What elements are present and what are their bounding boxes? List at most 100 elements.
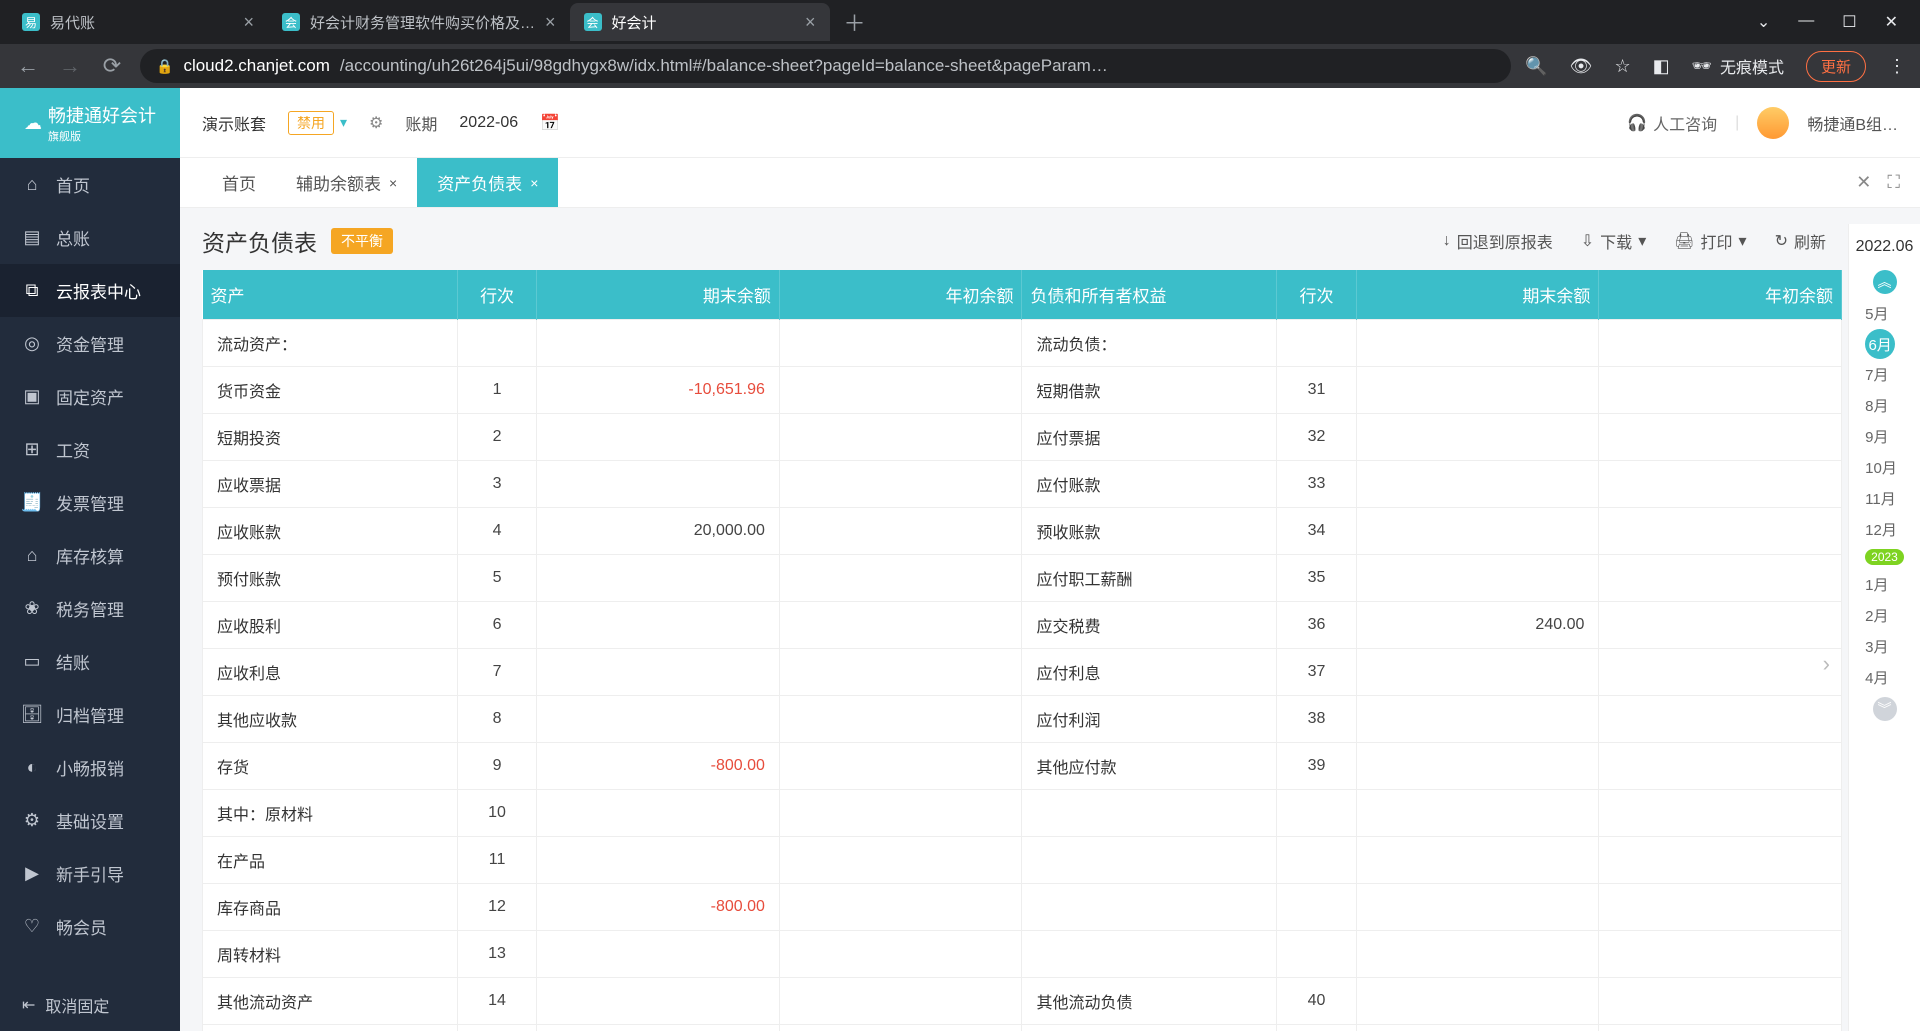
star-icon[interactable]: ☆ (1615, 56, 1631, 77)
browser-tab[interactable]: 会 好会计财务管理软件购买价格及… × (268, 3, 570, 41)
scroll-up-icon[interactable]: ︽ (1873, 270, 1897, 294)
month-item[interactable]: 1月 (1865, 569, 1904, 600)
year-label[interactable]: 2022.06 (1856, 232, 1914, 266)
sidebar-item[interactable]: ▶新手引导 (0, 847, 180, 900)
calendar-icon[interactable]: 📅 (540, 113, 560, 133)
month-item[interactable]: 8月 (1865, 390, 1904, 421)
user-name[interactable]: 畅捷通B组… (1807, 111, 1898, 135)
period-value: 2022-06 (459, 114, 518, 132)
sidebar-item[interactable]: 🧾发票管理 (0, 476, 180, 529)
sidebar-item[interactable]: ▣固定资产 (0, 370, 180, 423)
update-button[interactable]: 更新 (1806, 51, 1866, 82)
close-icon[interactable]: × (530, 175, 538, 191)
sidebar-icon: ❀ (22, 599, 42, 619)
cell (779, 978, 1022, 1025)
avatar[interactable] (1757, 107, 1789, 139)
table-row[interactable]: 货币资金1-10,651.96短期借款31 (203, 367, 1842, 414)
extension-icon[interactable]: ◧ (1653, 56, 1670, 77)
cell (537, 602, 780, 649)
table-row[interactable]: 预付账款5应付职工薪酬35 (203, 555, 1842, 602)
sidebar-item[interactable]: ▤总账 (0, 211, 180, 264)
scroll-right-icon[interactable]: › (1823, 651, 1830, 677)
table-row[interactable]: 应收股利6应交税费36240.00 (203, 602, 1842, 649)
table-row[interactable]: 周转材料13 (203, 931, 1842, 978)
forward-button[interactable]: → (56, 53, 84, 79)
table-row[interactable]: 在产品11 (203, 837, 1842, 884)
sidebar-item[interactable]: ◎资金管理 (0, 317, 180, 370)
month-item[interactable]: 5月 (1865, 298, 1904, 329)
sidebar-item[interactable]: ♡畅会员 (0, 900, 180, 953)
reload-button[interactable]: ⟳ (98, 53, 126, 79)
disable-tag[interactable]: 禁用 (288, 111, 334, 135)
url-input[interactable]: 🔒 cloud2.chanjet.com/accounting/uh26t264… (140, 49, 1511, 83)
return-original-button[interactable]: ↓回退到原报表 (1443, 229, 1553, 253)
support-link[interactable]: 🎧 人工咨询 (1627, 111, 1717, 135)
sidebar-item[interactable]: ⧉云报表中心 (0, 264, 180, 317)
gear-icon[interactable]: ⚙ (369, 113, 383, 133)
cell: 14 (457, 978, 537, 1025)
sidebar-item[interactable]: ❀税务管理 (0, 582, 180, 635)
table-row[interactable]: 应收账款420,000.00预收账款34 (203, 508, 1842, 555)
sidebar-item[interactable]: ⚙基础设置 (0, 794, 180, 847)
table-row[interactable]: 库存商品12-800.00 (203, 884, 1842, 931)
page-tab[interactable]: 辅助余额表× (276, 158, 417, 207)
sidebar-item[interactable]: ⌂首页 (0, 158, 180, 211)
zoom-icon[interactable]: 🔍 (1525, 56, 1547, 77)
tabs-dropdown-icon[interactable]: ⌄ (1757, 12, 1770, 32)
table-row[interactable]: 其他流动资产14其他流动负债40 (203, 978, 1842, 1025)
page-tab[interactable]: 首页 (202, 158, 276, 207)
cell: 预付账款 (203, 555, 458, 602)
page-tab[interactable]: 资产负债表× (417, 158, 558, 207)
month-item[interactable]: 10月 (1865, 452, 1904, 483)
browser-tab-active[interactable]: 会 好会计 × (570, 3, 830, 41)
month-item[interactable]: 11月 (1865, 483, 1904, 514)
month-item[interactable]: 6月 (1865, 329, 1895, 359)
new-tab-button[interactable]: ＋ (830, 6, 880, 38)
month-item[interactable]: 2月 (1865, 600, 1904, 631)
month-item[interactable]: 4月 (1865, 662, 1904, 693)
print-button[interactable]: 🖨打印 ▾ (1674, 229, 1746, 253)
sidebar-item[interactable]: ◐小畅报销 (0, 741, 180, 794)
eye-off-icon[interactable]: 👁 (1570, 56, 1593, 77)
sidebar-item[interactable]: ▭结账 (0, 635, 180, 688)
sidebar-unpin[interactable]: ⇤ 取消固定 (0, 979, 180, 1031)
table-row[interactable]: 其他应收款8应付利润38 (203, 696, 1842, 743)
sidebar-icon: ▶ (22, 864, 42, 884)
close-icon[interactable]: × (389, 175, 397, 191)
month-item[interactable]: 12月 (1865, 514, 1904, 545)
month-item[interactable]: 9月 (1865, 421, 1904, 452)
month-item[interactable]: 7月 (1865, 359, 1904, 390)
cell (537, 790, 780, 837)
back-button[interactable]: ← (14, 53, 42, 79)
table-row[interactable]: 应收票据3应付账款33 (203, 461, 1842, 508)
menu-icon[interactable]: ⋮ (1888, 56, 1906, 77)
table-row[interactable]: 流动资产：流动负债： (203, 320, 1842, 367)
sidebar-item[interactable]: ⊞工资 (0, 423, 180, 476)
scroll-down-icon[interactable]: ︾ (1873, 697, 1897, 721)
close-icon[interactable]: × (805, 12, 816, 33)
table-row[interactable]: 存货9-800.00其他应付款39 (203, 743, 1842, 790)
chevron-down-icon[interactable]: ▾ (340, 114, 347, 131)
sidebar-item[interactable]: ⌂库存核算 (0, 529, 180, 582)
refresh-button[interactable]: ↻刷新 (1775, 229, 1826, 253)
support-label: 人工咨询 (1653, 111, 1717, 135)
close-icon[interactable]: × (243, 12, 254, 33)
fullscreen-icon[interactable]: ⛶ (1887, 172, 1900, 193)
close-window-icon[interactable]: ✕ (1885, 12, 1898, 32)
table-row[interactable]: 流动资产合计158,548.040.00流动负债合计41240.000.00 (203, 1025, 1842, 1031)
browser-tab[interactable]: 易 易代账 × (8, 3, 268, 41)
logo[interactable]: ☁ 畅捷通好会计 旗舰版 (0, 88, 180, 158)
month-item[interactable]: 3月 (1865, 631, 1904, 662)
table-row[interactable]: 其中：原材料10 (203, 790, 1842, 837)
table-row[interactable]: 应收利息7应付利息37 (203, 649, 1842, 696)
close-icon[interactable]: × (545, 12, 556, 33)
cell: 其中：原材料 (203, 790, 458, 837)
maximize-icon[interactable]: ☐ (1842, 12, 1856, 32)
minimize-icon[interactable]: ― (1798, 12, 1814, 32)
table-row[interactable]: 短期投资2应付票据32 (203, 414, 1842, 461)
cell: 流动资产合计 (203, 1025, 458, 1031)
balance-sheet-table[interactable]: › 资产 行次 期末余额 年初余额 负债和所有者权益 行次 期末余额 (202, 270, 1842, 1031)
close-all-tabs-icon[interactable]: ✕ (1856, 172, 1871, 193)
sidebar-item[interactable]: 🗄归档管理 (0, 688, 180, 741)
download-button[interactable]: ⇩下载 ▾ (1581, 229, 1646, 253)
